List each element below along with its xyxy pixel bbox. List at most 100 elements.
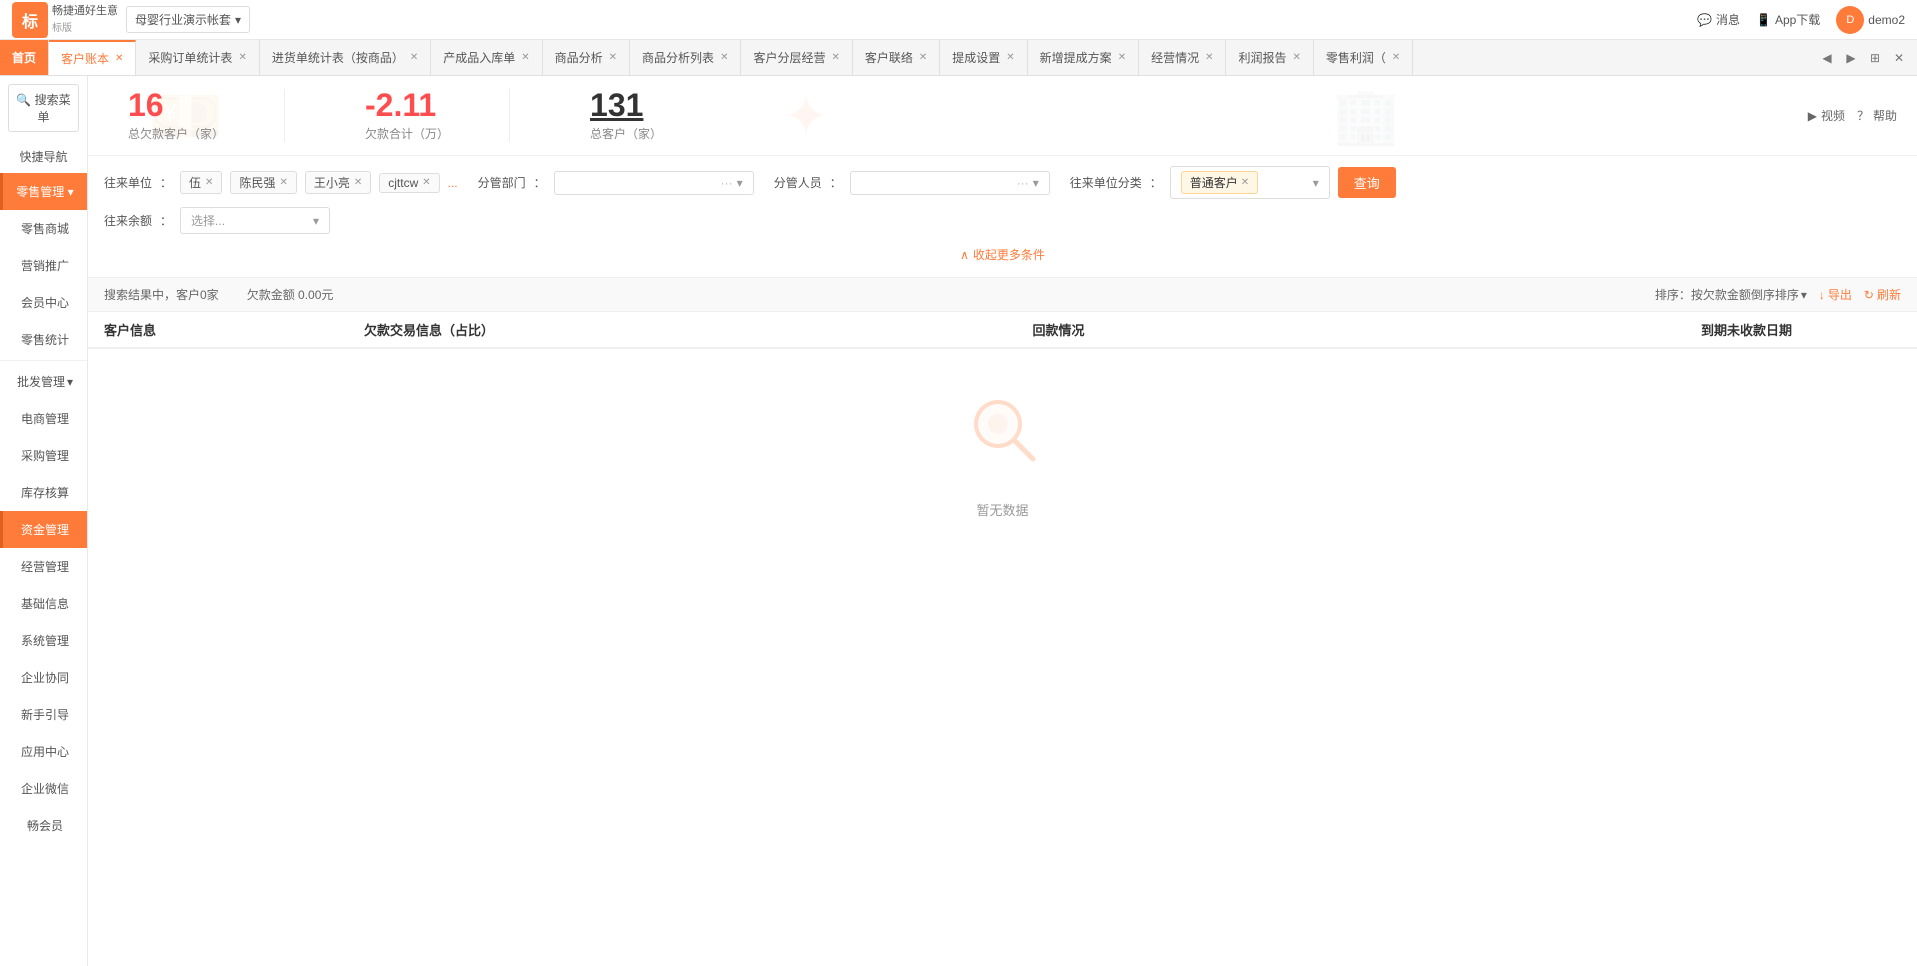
tab-new-commission[interactable]: 新增提成方案 ✕ [1028,40,1139,76]
sidebar-item-label: 电商管理 [21,412,69,426]
sidebar-item-app-center[interactable]: 应用中心 [0,733,87,770]
filter-row-2: 往来余额 ： 选择... ▾ [104,207,1901,234]
help-btn[interactable]: ？ 帮助 [1857,107,1897,124]
tab-operation-status[interactable]: 经营情况 ✕ [1139,40,1226,76]
sidebar-item-label: 企业协同 [21,671,69,685]
header-left: 标 畅捷通好生意 标版 母婴行业演示帐套 ▾ [12,2,250,38]
tab-retail-profit[interactable]: 零售利润（ ✕ [1314,40,1413,76]
close-icon[interactable]: ✕ [115,53,123,64]
sidebar-item-wholesale-mgmt[interactable]: 批发管理 ▾ [0,363,87,400]
tab-customer-tier[interactable]: 客户分层经营 ✕ [741,40,852,76]
quick-nav-btn[interactable]: 快捷导航 [0,140,87,173]
sidebar-item-enterprise[interactable]: 企业协同 [0,659,87,696]
close-icon[interactable]: ✕ [720,52,728,63]
tab-label: 进货单统计表（按商品） [272,49,404,66]
chevron-down-icon: ▾ [235,13,241,27]
sidebar-item-system[interactable]: 系统管理 [0,622,87,659]
close-icon[interactable]: ✕ [410,52,418,63]
tag-close-icon[interactable]: ✕ [1241,177,1249,188]
close-icon[interactable]: ✕ [1205,52,1213,63]
unit-class-select[interactable]: 普通客户 ✕ ▾ [1170,166,1330,199]
filter-tag-cjttcw[interactable]: cjttcw ✕ [379,173,439,193]
sort-btn[interactable]: 排序：按欠款金额倒序排序 ▾ [1655,286,1807,303]
tab-profit-report[interactable]: 利润报告 ✕ [1226,40,1313,76]
selected-class-tag[interactable]: 普通客户 ✕ [1181,171,1258,194]
close-icon[interactable]: ✕ [831,52,839,63]
sidebar-item-retail-stats[interactable]: 零售统计 [0,321,87,358]
tab-home[interactable]: 首页 [0,40,49,76]
sidebar-item-marketing[interactable]: 营销推广 [0,247,87,284]
query-button[interactable]: 查询 [1338,167,1396,198]
message-btn[interactable]: 💬 消息 [1697,11,1740,28]
sidebar-item-retail-mgmt[interactable]: 零售管理 ▾ [0,173,87,210]
header-right: 💬 消息 📱 App下载 D demo2 [1697,6,1905,34]
tag-close-icon[interactable]: ✕ [205,177,213,188]
sidebar-item-label: 库存核算 [21,486,69,500]
sidebar-item-label: 资金管理 [21,523,69,537]
chevron-down-icon: ▾ [737,176,743,190]
nav-prev-btn[interactable]: ◀ [1817,48,1837,68]
sidebar-item-ecommerce[interactable]: 电商管理 [0,400,87,437]
sort-label: 排序：按欠款金额倒序排序 [1655,286,1799,303]
close-icon[interactable]: ✕ [609,52,617,63]
app-download-btn[interactable]: 📱 App下载 [1756,11,1820,28]
tag-label: cjttcw [388,176,418,190]
close-icon[interactable]: ✕ [1118,52,1126,63]
video-label: 视频 [1821,107,1845,124]
stats-bg-icon2: ✦ [783,84,829,148]
sidebar-item-operations[interactable]: 经营管理 [0,548,87,585]
collapse-label: 收起更多条件 [973,246,1045,263]
sidebar-item-guide[interactable]: 新手引导 [0,696,87,733]
filter-tag-chen[interactable]: 陈民强 ✕ [230,171,296,194]
sidebar-item-wechat[interactable]: 企业微信 [0,770,87,807]
selected-class-label: 普通客户 [1190,174,1238,191]
sidebar-item-retail-shop[interactable]: 零售商城 [0,210,87,247]
sidebar-item-inventory[interactable]: 库存核算 [0,474,87,511]
sidebar-item-basic-info[interactable]: 基础信息 [0,585,87,622]
refresh-btn[interactable]: ↻ 刷新 [1864,286,1901,303]
tab-inbound-stats[interactable]: 进货单统计表（按商品） ✕ [260,40,431,76]
tag-close-icon[interactable]: ✕ [354,177,362,188]
search-icon: 🔍 [16,93,31,107]
close-icon[interactable]: ✕ [919,52,927,63]
filter-tag-wu[interactable]: 伍 ✕ [180,171,222,194]
sidebar-item-purchase[interactable]: 采购管理 [0,437,87,474]
nav-next-btn[interactable]: ▶ [1841,48,1861,68]
colon4: ： [1150,174,1162,191]
video-btn[interactable]: ▶ 视频 [1808,107,1845,124]
sidebar-item-member[interactable]: 畅会员 [0,807,87,844]
tab-customer-ledger[interactable]: 客户账本 ✕ [49,40,136,76]
sidebar-item-finance[interactable]: 资金管理 [0,511,87,548]
close-icon[interactable]: ✕ [1006,52,1014,63]
dept-select[interactable]: ··· ▾ [554,171,754,195]
help-icon: ？ [1857,107,1869,124]
tab-commission-settings[interactable]: 提成设置 ✕ [940,40,1027,76]
account-dropdown[interactable]: 母婴行业演示帐套 ▾ [126,6,250,33]
remainder-select[interactable]: 选择... ▾ [180,207,330,234]
tab-product-analysis-list[interactable]: 商品分析列表 ✕ [630,40,741,76]
filter-more-btn[interactable]: ... [448,176,458,190]
tab-purchase-order-stats[interactable]: 采购订单统计表 ✕ [136,40,259,76]
close-icon[interactable]: ✕ [521,52,529,63]
sidebar-item-member-center[interactable]: 会员中心 [0,284,87,321]
amount-text: 欠款金额 0.00元 [247,286,334,303]
close-icon[interactable]: ✕ [1293,52,1301,63]
tag-close-icon[interactable]: ✕ [279,177,287,188]
collapse-btn[interactable]: ∧ 收起更多条件 [960,246,1045,263]
colon2: ： [534,174,546,191]
user-avatar-area[interactable]: D demo2 [1836,6,1905,34]
export-btn[interactable]: ↓ 导出 [1819,286,1852,303]
close-icon[interactable]: ✕ [1392,52,1400,63]
filter-tag-wang[interactable]: 王小亮 ✕ [305,171,371,194]
tab-product-inbound[interactable]: 产成品入库单 ✕ [431,40,542,76]
tag-close-icon[interactable]: ✕ [422,177,430,188]
search-menu-btn[interactable]: 🔍 搜索菜单 [8,84,79,132]
nav-close-all-btn[interactable]: ✕ [1889,48,1909,68]
person-select[interactable]: ··· ▾ [850,171,1050,195]
close-icon[interactable]: ✕ [238,52,246,63]
sidebar-item-label: 畅会员 [27,819,63,833]
nav-expand-btn[interactable]: ⊞ [1865,48,1885,68]
sidebar-item-label: 新手引导 [21,708,69,722]
tab-product-analysis[interactable]: 商品分析 ✕ [543,40,630,76]
tab-customer-contact[interactable]: 客户联络 ✕ [853,40,940,76]
